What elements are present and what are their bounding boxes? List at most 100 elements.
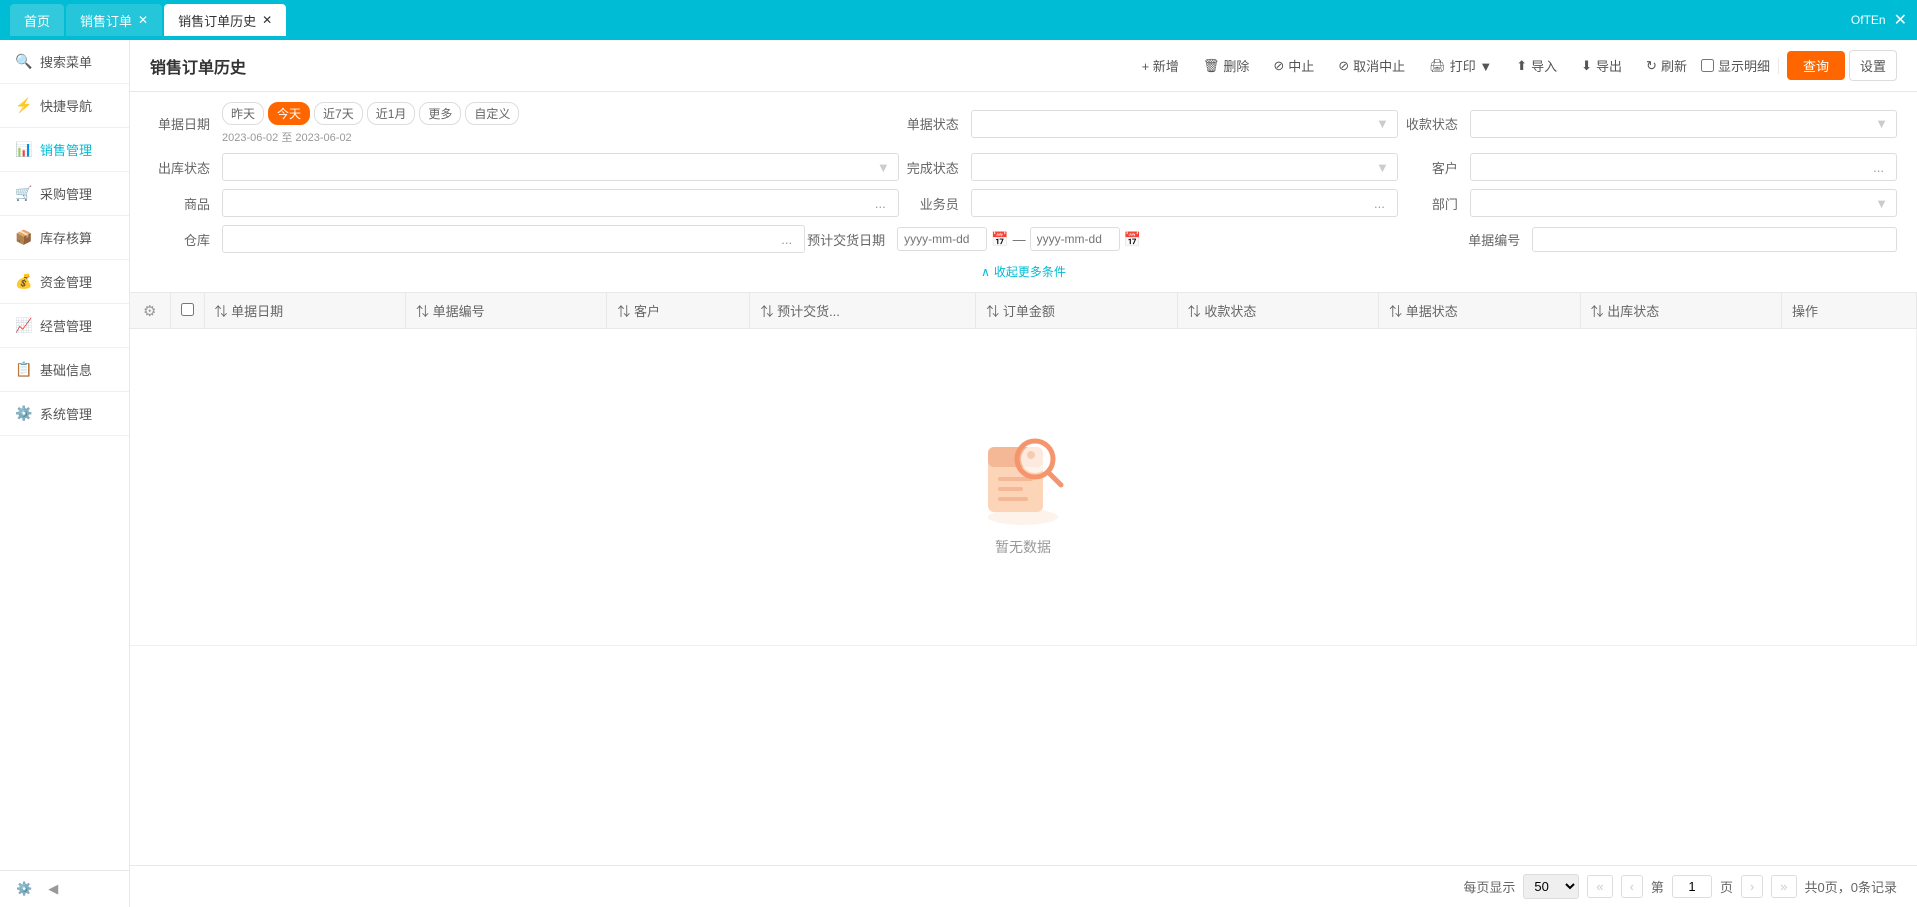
- refresh-icon: ↻: [1646, 58, 1657, 74]
- col-customer-header[interactable]: ⇅ 客户: [607, 293, 750, 329]
- receipt-status-label: 收款状态: [1398, 114, 1458, 133]
- display-detail-checkbox[interactable]: [1701, 59, 1714, 72]
- cancel-stop-button[interactable]: ⊘ 取消中止: [1328, 51, 1415, 80]
- filter-date-item: 单据日期 昨天 今天 近7天 近1月 更多 自定义 2023-06-02: [150, 102, 899, 145]
- col-order-status-header[interactable]: ⇅ 单据状态: [1379, 293, 1580, 329]
- query-button[interactable]: 查询: [1787, 51, 1845, 80]
- col-out-status-header[interactable]: ⇅ 出库状态: [1580, 293, 1781, 329]
- export-button[interactable]: ⬇ 导出: [1571, 51, 1632, 80]
- filter-product-item: 商品 ...: [150, 189, 899, 217]
- sidebar-item-operations[interactable]: 📈 经营管理: [0, 304, 129, 348]
- col-receipt-header[interactable]: ⇅ 收款状态: [1177, 293, 1378, 329]
- delivery-date-end-cal[interactable]: 📅: [1124, 231, 1141, 248]
- delete-button[interactable]: 🗑 🗑 删除 删除: [1193, 51, 1260, 80]
- warehouse-select[interactable]: ...: [222, 225, 805, 253]
- department-select[interactable]: ▼: [1470, 189, 1897, 217]
- complete-status-select[interactable]: ▼: [971, 153, 1398, 181]
- select-all-checkbox[interactable]: [181, 303, 194, 316]
- first-page-button[interactable]: «: [1587, 875, 1612, 898]
- quick-btn-yesterday[interactable]: 昨天: [222, 102, 264, 125]
- quick-btn-1month[interactable]: 近1月: [367, 102, 416, 125]
- warehouse-dots[interactable]: ...: [777, 232, 796, 247]
- out-status-select[interactable]: ▼: [222, 153, 899, 181]
- page-size-select[interactable]: 50 10 20 100: [1523, 874, 1579, 899]
- col-amount-header[interactable]: ⇅ 订单金额: [976, 293, 1177, 329]
- order-number-input[interactable]: [1532, 227, 1897, 252]
- sidebar-item-sales-mgmt[interactable]: 📊 销售管理: [0, 128, 129, 172]
- product-select[interactable]: ...: [222, 189, 899, 217]
- tab-sales-order[interactable]: 销售订单 ✕: [66, 4, 162, 36]
- salesperson-label: 业务员: [899, 194, 959, 213]
- tab-sales-order-history-label: 销售订单历史: [178, 11, 256, 30]
- col-settings-icon[interactable]: ⚙: [143, 303, 156, 320]
- col-number-header[interactable]: ⇅ 单据编号: [405, 293, 606, 329]
- sidebar-item-operations-label: 经营管理: [40, 316, 92, 335]
- filter-row-2: 出库状态 ▼ 完成状态 ▼ 客户: [150, 153, 1897, 181]
- sidebar-collapse-icon[interactable]: ◀: [48, 881, 58, 897]
- filter-salesperson-item: 业务员 ...: [899, 189, 1398, 217]
- page-number-input[interactable]: [1672, 875, 1712, 898]
- delivery-date-start-input[interactable]: [897, 227, 987, 251]
- col-date-header[interactable]: ⇅ 单据日期: [204, 293, 405, 329]
- refresh-button[interactable]: ↻ 刷新: [1636, 51, 1697, 80]
- order-status-select[interactable]: ▼: [971, 110, 1398, 138]
- basic-info-icon: 📋: [16, 362, 32, 378]
- last-page-button[interactable]: »: [1771, 875, 1796, 898]
- cancel-stop-icon: ⊘: [1338, 58, 1349, 74]
- sidebar-item-basic-info[interactable]: 📋 基础信息: [0, 348, 129, 392]
- sidebar-settings-icon[interactable]: ⚙️: [16, 881, 32, 897]
- filter-row-4: 仓库 ... 预计交货日期 📅 — 📅: [150, 225, 1897, 253]
- customer-dots[interactable]: ...: [1869, 160, 1888, 175]
- top-bar-close-icon[interactable]: ✕: [1894, 10, 1907, 30]
- prev-page-button[interactable]: ‹: [1621, 875, 1643, 898]
- salesperson-select[interactable]: ...: [971, 189, 1398, 217]
- salesperson-dots[interactable]: ...: [1370, 196, 1389, 211]
- sidebar-item-purchase-mgmt[interactable]: 🛒 采购管理: [0, 172, 129, 216]
- next-page-button[interactable]: ›: [1741, 875, 1763, 898]
- quick-btn-more[interactable]: 更多: [419, 102, 461, 125]
- col-actions-header: 操作: [1782, 293, 1917, 329]
- import-icon: ⬆: [1516, 58, 1527, 74]
- filter-warehouse-item: 仓库 ...: [150, 225, 805, 253]
- sidebar-item-inventory[interactable]: 📦 库存核算: [0, 216, 129, 260]
- stop-icon: ⊘: [1273, 58, 1284, 74]
- collapse-label: 收起更多条件: [994, 263, 1066, 280]
- sidebar-item-quick-nav[interactable]: ⚡ 快捷导航: [0, 84, 129, 128]
- import-button[interactable]: ⬆ 导入: [1506, 51, 1567, 80]
- out-status-arrow: ▼: [877, 160, 890, 175]
- tab-home[interactable]: 首页: [10, 4, 64, 36]
- filter-customer-item: 客户 ...: [1398, 153, 1897, 181]
- tab-sales-order-close[interactable]: ✕: [138, 13, 148, 27]
- page-size-label: 每页显示: [1463, 877, 1515, 896]
- order-number-label: 单据编号: [1460, 230, 1520, 249]
- sidebar-item-system[interactable]: ⚙️ 系统管理: [0, 392, 129, 436]
- stop-button[interactable]: ⊘ 中止: [1263, 51, 1324, 80]
- tab-sales-order-history[interactable]: 销售订单历史 ✕: [164, 4, 286, 36]
- delivery-date-end-input[interactable]: [1030, 227, 1120, 251]
- export-icon: ⬇: [1581, 58, 1592, 74]
- sidebar-item-search-menu[interactable]: 🔍 搜索菜单: [0, 40, 129, 84]
- quick-nav-icon: ⚡: [16, 98, 32, 114]
- sidebar-item-finance[interactable]: 💰 资金管理: [0, 260, 129, 304]
- quick-btn-7days[interactable]: 近7天: [314, 102, 363, 125]
- print-button[interactable]: 🖨 打印 ▼: [1419, 51, 1502, 80]
- tab-sales-order-history-close[interactable]: ✕: [262, 13, 272, 27]
- empty-text: 暂无数据: [995, 537, 1051, 557]
- order-status-arrow: ▼: [1376, 116, 1389, 131]
- product-dots[interactable]: ...: [871, 196, 890, 211]
- receipt-status-select[interactable]: ▼: [1470, 110, 1897, 138]
- print-icon: 🖨: [1429, 58, 1446, 74]
- delivery-date-start-cal[interactable]: 📅: [991, 231, 1008, 248]
- customer-select[interactable]: ...: [1470, 153, 1897, 181]
- filter-order-status-item: 单据状态 ▼: [899, 110, 1398, 138]
- table-header-row: ⚙ ⇅ 单据日期 ⇅ 单据编号 ⇅ 客户: [130, 293, 1917, 329]
- collapse-row: ∧ 收起更多条件: [150, 261, 1897, 282]
- new-button[interactable]: + 新增: [1132, 51, 1189, 80]
- settings-button[interactable]: 设置: [1849, 50, 1897, 81]
- quick-btn-custom[interactable]: 自定义: [465, 102, 519, 125]
- filter-complete-status-item: 完成状态 ▼: [899, 153, 1398, 181]
- quick-btn-today[interactable]: 今天: [268, 102, 310, 125]
- toolbar: + 新增 🗑 🗑 删除 删除 ⊘ 中止 ⊘ 取消中止 🖨 打印 ▼: [1132, 50, 1897, 81]
- col-delivery-header[interactable]: ⇅ 预计交货...: [750, 293, 976, 329]
- collapse-button[interactable]: ∧ 收起更多条件: [981, 261, 1066, 282]
